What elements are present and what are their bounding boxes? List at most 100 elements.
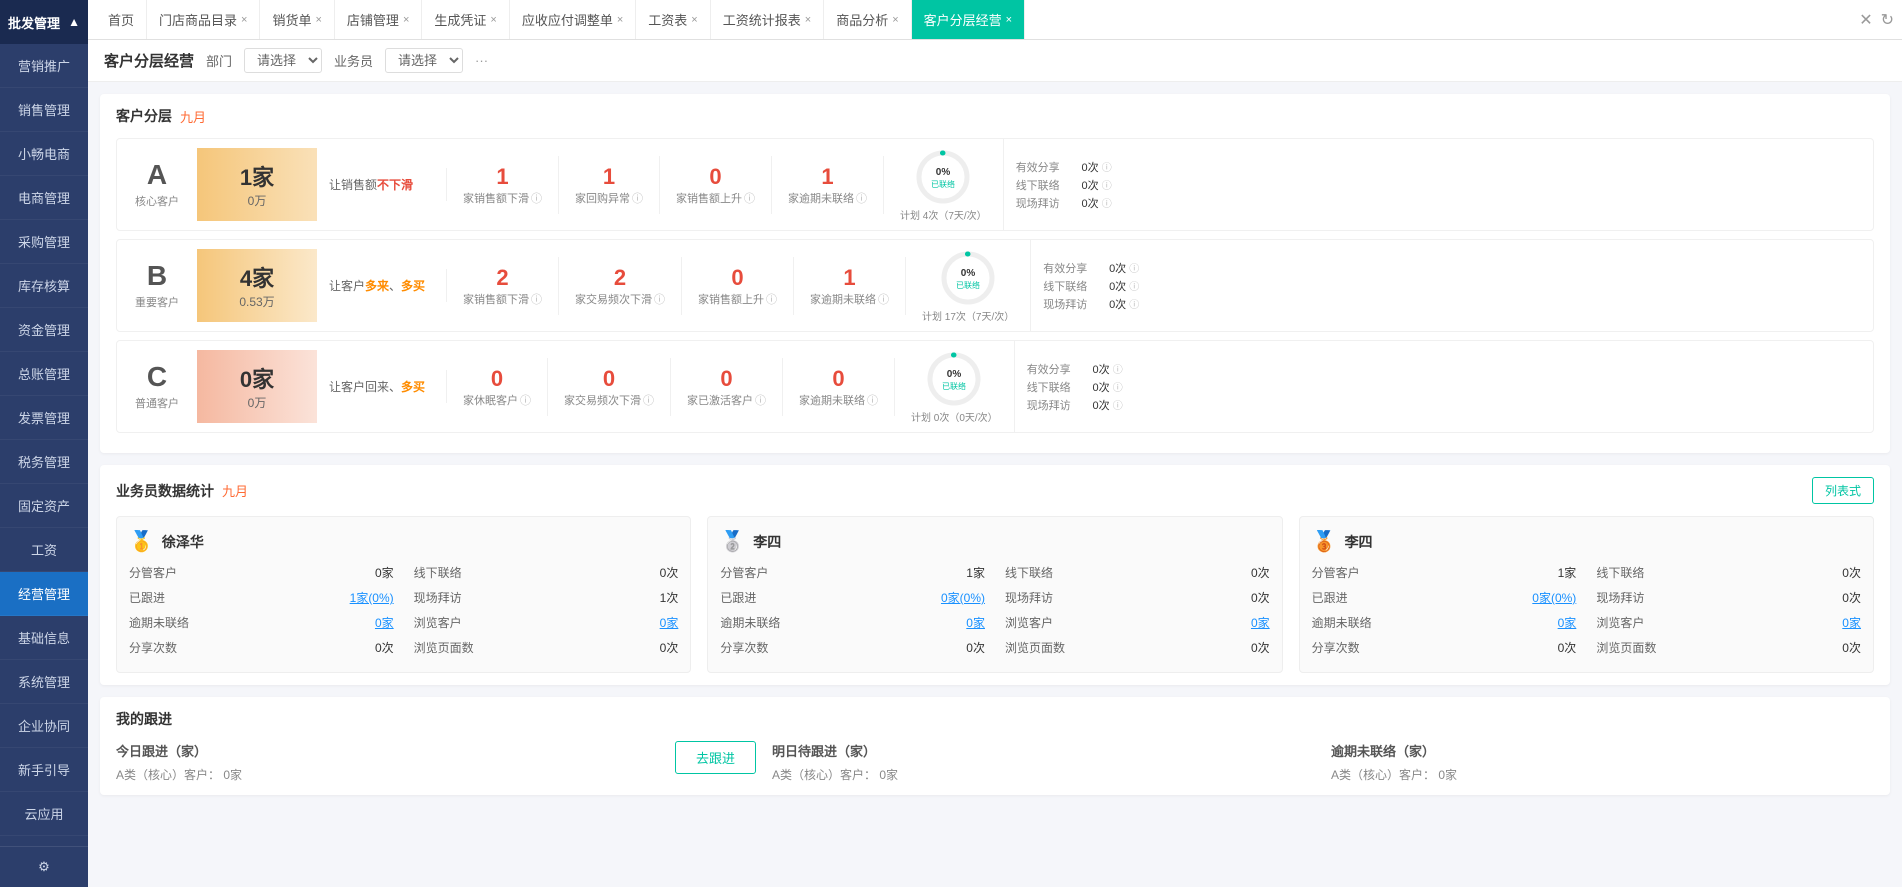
staff-data-0: 分管客户0家线下联络0次已跟进1家(0%)现场拜访1次逾期未联络0家浏览客户0家…	[129, 564, 678, 660]
staff-label-left-1-1: 已跟进	[720, 589, 756, 606]
tier-stat-0-1[interactable]: 1家回购异常 ⓘ	[559, 156, 660, 214]
tier-count-block-2[interactable]: 0家0万	[197, 350, 317, 423]
tab-2[interactable]: 销货单 ×	[260, 0, 334, 40]
customer-section-title: 客户分层	[116, 106, 172, 126]
staff-select[interactable]: 请选择	[385, 48, 463, 73]
main-area: 首页门店商品目录×销货单×店铺管理×生成凭证×应收应付调整单×工资表×工资统计报…	[88, 0, 1902, 887]
staff-left-row-0-1: 已跟进1家(0%)	[129, 589, 394, 606]
sidebar-item-4[interactable]: 采购管理	[0, 220, 88, 264]
tier-stat-0-0[interactable]: 1家销售额下滑 ⓘ	[447, 156, 559, 214]
tab-label-9: 客户分层经营	[924, 10, 1002, 29]
tab-close-icon-6[interactable]: ×	[691, 14, 697, 26]
tab-9[interactable]: 客户分层经营 ×	[912, 0, 1025, 40]
more-options-icon[interactable]: ···	[475, 53, 488, 68]
sidebar-item-6[interactable]: 资金管理	[0, 308, 88, 352]
staff-label-left-0-2: 逾期未联络	[129, 614, 189, 631]
tab-1[interactable]: 门店商品目录×	[147, 0, 260, 40]
tab-label-2: 销货单	[272, 10, 311, 29]
page-title: 客户分层经营	[104, 50, 194, 71]
tier-count-block-1[interactable]: 4家0.53万	[197, 249, 317, 322]
tab-4[interactable]: 生成凭证×	[422, 0, 509, 40]
sidebar-title: 批发管理	[8, 13, 60, 32]
staff-left-row-1-2: 逾期未联络0家	[720, 614, 985, 631]
tab-close-icon-4[interactable]: ×	[490, 14, 496, 26]
tab-close-icon-9[interactable]: ×	[1006, 14, 1012, 26]
tab-close-icon-8[interactable]: ×	[892, 14, 898, 26]
tier-stat-1-1[interactable]: 2家交易频次下滑 ⓘ	[559, 257, 682, 315]
sidebar-item-13[interactable]: 基础信息	[0, 616, 88, 660]
sidebar-item-14[interactable]: 系统管理	[0, 660, 88, 704]
staff-val-left-1-1[interactable]: 0家(0%)	[941, 589, 985, 606]
staff-right-row-0-3: 浏览页面数0次	[414, 639, 679, 656]
tier-count-1: 4家	[240, 261, 274, 293]
circle-plan-1: 计划 17次（7天/次）	[922, 308, 1014, 323]
sidebar-item-7[interactable]: 总账管理	[0, 352, 88, 396]
tier-count-block-0[interactable]: 1家0万	[197, 148, 317, 221]
staff-left-row-2-0: 分管客户1家	[1312, 564, 1577, 581]
sidebar-item-2[interactable]: 小畅电商	[0, 132, 88, 176]
staff-val-left-1-2[interactable]: 0家	[966, 614, 985, 631]
sidebar-item-10[interactable]: 固定资产	[0, 484, 88, 528]
tab-close-all-icon[interactable]: ✕	[1859, 10, 1872, 30]
staff-val-left-2-1[interactable]: 0家(0%)	[1532, 589, 1576, 606]
tier-stat-1-3[interactable]: 1家逾期未联络 ⓘ	[794, 257, 906, 315]
staff-val-right-2-2[interactable]: 0家	[1842, 614, 1861, 631]
staff-val-left-0-1[interactable]: 1家(0%)	[350, 589, 394, 606]
sidebar-item-5[interactable]: 库存核算	[0, 264, 88, 308]
sidebar-header[interactable]: 批发管理 ▲	[0, 0, 88, 44]
tab-7[interactable]: 工资统计报表×	[711, 0, 824, 40]
section-header: 客户分层 九月	[116, 106, 1874, 126]
sidebar-item-12[interactable]: 经营管理	[0, 572, 88, 616]
tab-0[interactable]: 首页	[96, 0, 147, 40]
toolbar: 客户分层经营 部门 请选择 业务员 请选择 ···	[88, 40, 1902, 82]
tier-stat-2-0[interactable]: 0家休眠客户 ⓘ	[447, 358, 548, 416]
tab-close-icon-1[interactable]: ×	[241, 14, 247, 26]
sidebar-collapse-icon[interactable]: ▲	[68, 15, 80, 29]
tier-action-1: 让客户多来、多买	[317, 269, 447, 302]
tier-stat-2-3[interactable]: 0家逾期未联络 ⓘ	[783, 358, 895, 416]
tab-8[interactable]: 商品分析×	[824, 0, 911, 40]
staff-val-left-0-2[interactable]: 0家	[375, 614, 394, 631]
settings-icon[interactable]: ⚙	[0, 846, 88, 887]
staff-label-right-0-3: 浏览页面数	[414, 639, 474, 656]
tomorrow-followup-col: 明日待跟进（家） A类（核心）客户： 0家	[772, 741, 1315, 783]
tab-close-icon-2[interactable]: ×	[315, 14, 321, 26]
sidebar-item-17[interactable]: 云应用	[0, 792, 88, 836]
tier-stat-0-3[interactable]: 1家逾期未联络 ⓘ	[772, 156, 884, 214]
tier-stat-0-2[interactable]: 0家销售额上升 ⓘ	[660, 156, 772, 214]
sidebar-item-3[interactable]: 电商管理	[0, 176, 88, 220]
staff-val-left-2-2[interactable]: 0家	[1558, 614, 1577, 631]
staff-card-2: 🥉李四分管客户1家线下联络0次已跟进0家(0%)现场拜访0次逾期未联络0家浏览客…	[1299, 516, 1874, 673]
tier-stat-1-2[interactable]: 0家销售额上升 ⓘ	[682, 257, 794, 315]
list-view-button[interactable]: 列表式	[1812, 477, 1874, 504]
sidebar-item-9[interactable]: 税务管理	[0, 440, 88, 484]
dept-select[interactable]: 请选择	[244, 48, 322, 73]
tab-close-icon-3[interactable]: ×	[403, 14, 409, 26]
tier-stat-1-0[interactable]: 2家销售额下滑 ⓘ	[447, 257, 559, 315]
followup-title: 我的跟进	[116, 709, 172, 729]
tab-close-icon-7[interactable]: ×	[805, 14, 811, 26]
staff-right-row-1-1: 现场拜访0次	[1005, 589, 1270, 606]
sidebar-item-16[interactable]: 新手引导	[0, 748, 88, 792]
right-stat-val-2-2: 0次 ⓘ	[1093, 397, 1123, 413]
sidebar-item-8[interactable]: 发票管理	[0, 396, 88, 440]
tab-refresh-icon[interactable]: ↻	[1881, 10, 1894, 30]
sidebar-item-1[interactable]: 销售管理	[0, 88, 88, 132]
overdue-col: 逾期未联络（家） A类（核心）客户： 0家	[1331, 741, 1874, 783]
staff-val-left-2-0: 1家	[1558, 564, 1577, 581]
tab-close-icon-5[interactable]: ×	[617, 14, 623, 26]
tier-stat-2-2[interactable]: 0家已激活客户 ⓘ	[671, 358, 783, 416]
tab-3[interactable]: 店铺管理×	[335, 0, 422, 40]
tab-5[interactable]: 应收应付调整单×	[510, 0, 636, 40]
sidebar-item-11[interactable]: 工资	[0, 528, 88, 572]
staff-val-right-1-2[interactable]: 0家	[1251, 614, 1270, 631]
staff-right-row-0-0: 线下联络0次	[414, 564, 679, 581]
tab-6[interactable]: 工资表×	[636, 0, 710, 40]
goto-followup-button[interactable]: 去跟进	[675, 741, 756, 774]
tier-stat-2-1[interactable]: 0家交易频次下滑 ⓘ	[548, 358, 671, 416]
staff-val-right-0-2[interactable]: 0家	[660, 614, 679, 631]
sidebar-item-0[interactable]: 营销推广	[0, 44, 88, 88]
staff-name-1: 李四	[753, 532, 781, 552]
tier-amount-1: 0.53万	[239, 293, 274, 310]
sidebar-item-15[interactable]: 企业协同	[0, 704, 88, 748]
